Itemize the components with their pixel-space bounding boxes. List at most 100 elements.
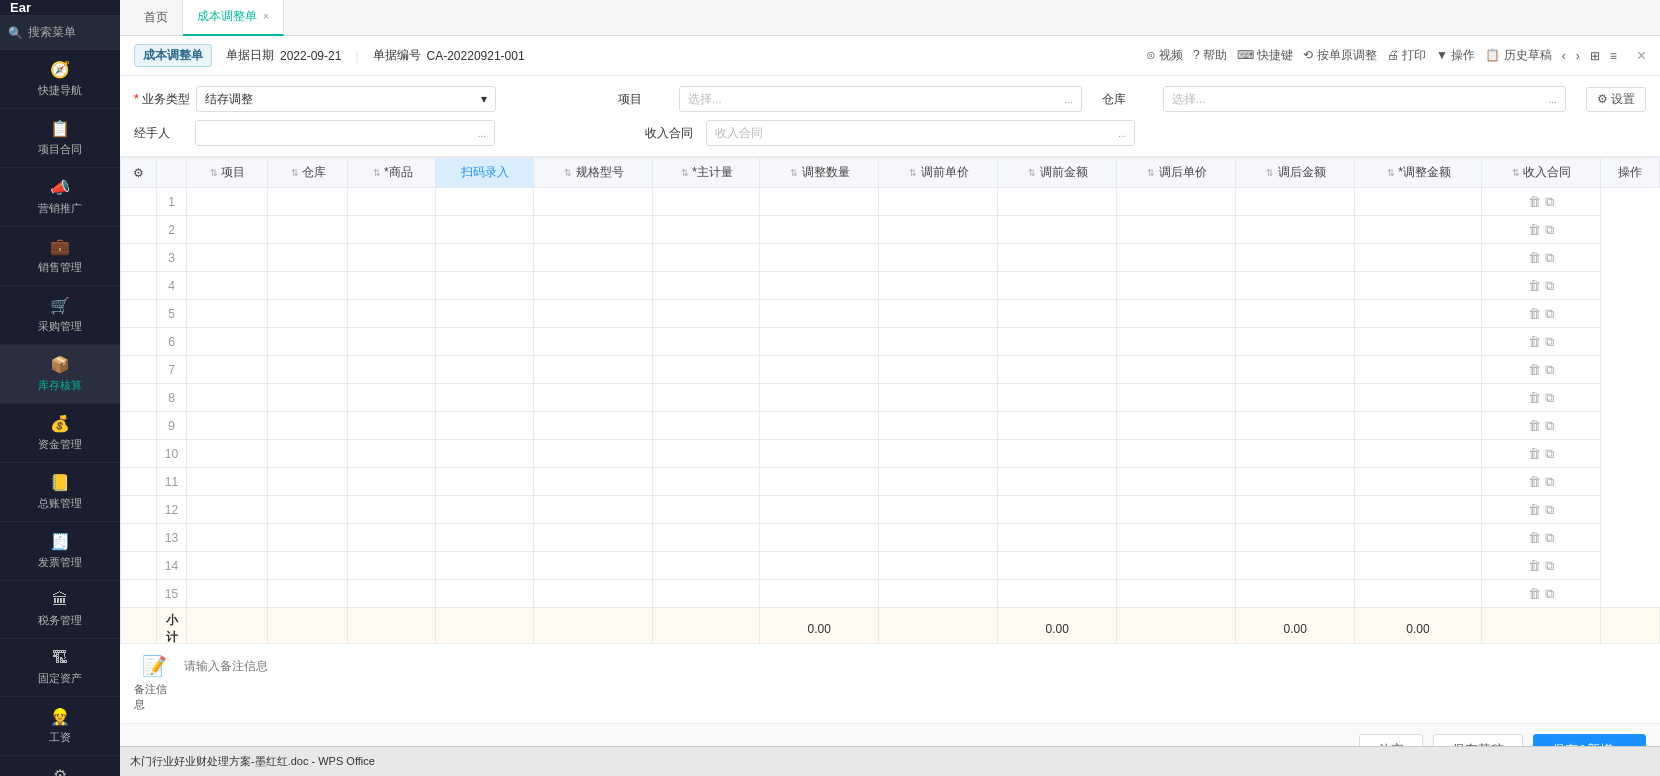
sidebar-item-quick-nav[interactable]: 🧭 快捷导航 [0,50,120,109]
table-cell[interactable] [879,188,998,216]
table-cell[interactable] [998,384,1117,412]
table-cell[interactable] [1355,440,1481,468]
table-cell[interactable] [533,188,652,216]
table-cell[interactable] [187,328,268,356]
table-cell[interactable] [760,496,879,524]
table-cell[interactable] [760,384,879,412]
table-cell[interactable] [1355,468,1481,496]
table-cell[interactable] [879,524,998,552]
row-action-cell[interactable]: 🗑⧉ [1481,524,1600,552]
col-adj-qty[interactable]: ⇅ 调整数量 [760,158,879,188]
table-cell[interactable] [652,188,759,216]
table-cell[interactable] [436,300,534,328]
table-cell[interactable] [1117,524,1236,552]
table-cell[interactable] [1355,580,1481,608]
row-action-cell[interactable]: 🗑⧉ [1481,412,1600,440]
table-cell[interactable] [436,440,534,468]
table-cell[interactable] [879,580,998,608]
delete-icon[interactable]: 🗑 [1528,418,1541,433]
col-spec-type[interactable]: ⇅ 规格型号 [533,158,652,188]
row-action-cell[interactable]: 🗑⧉ [1481,384,1600,412]
delete-icon[interactable]: 🗑 [1528,362,1541,377]
table-cell[interactable] [1236,580,1355,608]
table-cell[interactable] [187,384,268,412]
table-cell[interactable] [533,552,652,580]
table-cell[interactable] [1117,216,1236,244]
delete-icon[interactable]: 🗑 [1528,194,1541,209]
table-cell[interactable] [1236,468,1355,496]
table-cell[interactable] [1236,272,1355,300]
table-cell[interactable] [652,468,759,496]
table-cell[interactable] [348,524,436,552]
table-cell[interactable] [652,412,759,440]
table-cell[interactable] [652,244,759,272]
table-cell[interactable] [1355,216,1481,244]
col-main-qty[interactable]: ⇅ *主计量 [652,158,759,188]
delete-icon[interactable]: 🗑 [1528,390,1541,405]
table-cell[interactable] [1117,580,1236,608]
table-cell[interactable] [652,440,759,468]
col-project[interactable]: ⇅ 项目 [187,158,268,188]
row-action-cell[interactable]: 🗑⧉ [1481,580,1600,608]
table-cell[interactable] [187,440,268,468]
action-grid-view[interactable]: ⊞ [1590,49,1600,63]
table-cell[interactable] [760,244,879,272]
table-cell[interactable] [879,244,998,272]
table-cell[interactable] [760,300,879,328]
table-cell[interactable] [879,412,998,440]
copy-icon[interactable]: ⧉ [1545,194,1554,210]
table-cell[interactable] [533,272,652,300]
table-cell[interactable] [760,412,879,440]
tab-cost-adjustment[interactable]: 成本调整单 × [183,0,284,36]
table-cell[interactable] [1117,412,1236,440]
table-cell[interactable] [760,524,879,552]
table-cell[interactable] [267,216,348,244]
table-cell[interactable] [348,440,436,468]
sidebar-item-operations[interactable]: ⚙ 经营管理 [0,756,120,776]
delete-icon[interactable]: 🗑 [1528,278,1541,293]
table-cell[interactable] [1355,524,1481,552]
table-cell[interactable] [533,440,652,468]
table-cell[interactable] [1236,552,1355,580]
copy-icon[interactable]: ⧉ [1545,222,1554,238]
table-cell[interactable] [998,468,1117,496]
table-cell[interactable] [348,496,436,524]
table-cell[interactable] [760,552,879,580]
delete-icon[interactable]: 🗑 [1528,306,1541,321]
copy-icon[interactable]: ⧉ [1545,278,1554,294]
table-cell[interactable] [533,580,652,608]
table-cell[interactable] [187,524,268,552]
action-help[interactable]: ? 帮助 [1193,47,1227,64]
table-cell[interactable] [267,412,348,440]
col-post-adj-amount[interactable]: ⇅ 调后金额 [1236,158,1355,188]
table-cell[interactable] [998,216,1117,244]
sidebar-item-tax-management[interactable]: 🏛 税务管理 [0,581,120,639]
table-cell[interactable] [1236,300,1355,328]
delete-icon[interactable]: 🗑 [1528,446,1541,461]
action-shortcut[interactable]: ⌨ 快捷键 [1237,47,1293,64]
sidebar-item-purchase-management[interactable]: 🛒 采购管理 [0,286,120,345]
copy-icon[interactable]: ⧉ [1545,474,1554,490]
table-cell[interactable] [1236,524,1355,552]
table-cell[interactable] [998,356,1117,384]
table-cell[interactable] [1355,300,1481,328]
delete-icon[interactable]: 🗑 [1528,502,1541,517]
copy-icon[interactable]: ⧉ [1545,586,1554,602]
table-cell[interactable] [879,300,998,328]
table-cell[interactable] [533,356,652,384]
table-cell[interactable] [533,300,652,328]
table-cell[interactable] [436,412,534,440]
delete-icon[interactable]: 🗑 [1528,250,1541,265]
table-cell[interactable] [533,216,652,244]
table-cell[interactable] [1355,244,1481,272]
copy-icon[interactable]: ⧉ [1545,530,1554,546]
copy-icon[interactable]: ⧉ [1545,446,1554,462]
table-cell[interactable] [998,496,1117,524]
table-cell[interactable] [1117,188,1236,216]
action-operate[interactable]: ▼ 操作 [1436,47,1475,64]
table-cell[interactable] [1355,496,1481,524]
table-cell[interactable] [1236,412,1355,440]
delete-icon[interactable]: 🗑 [1528,334,1541,349]
action-list-view[interactable]: ≡ [1610,49,1617,63]
table-cell[interactable] [533,496,652,524]
